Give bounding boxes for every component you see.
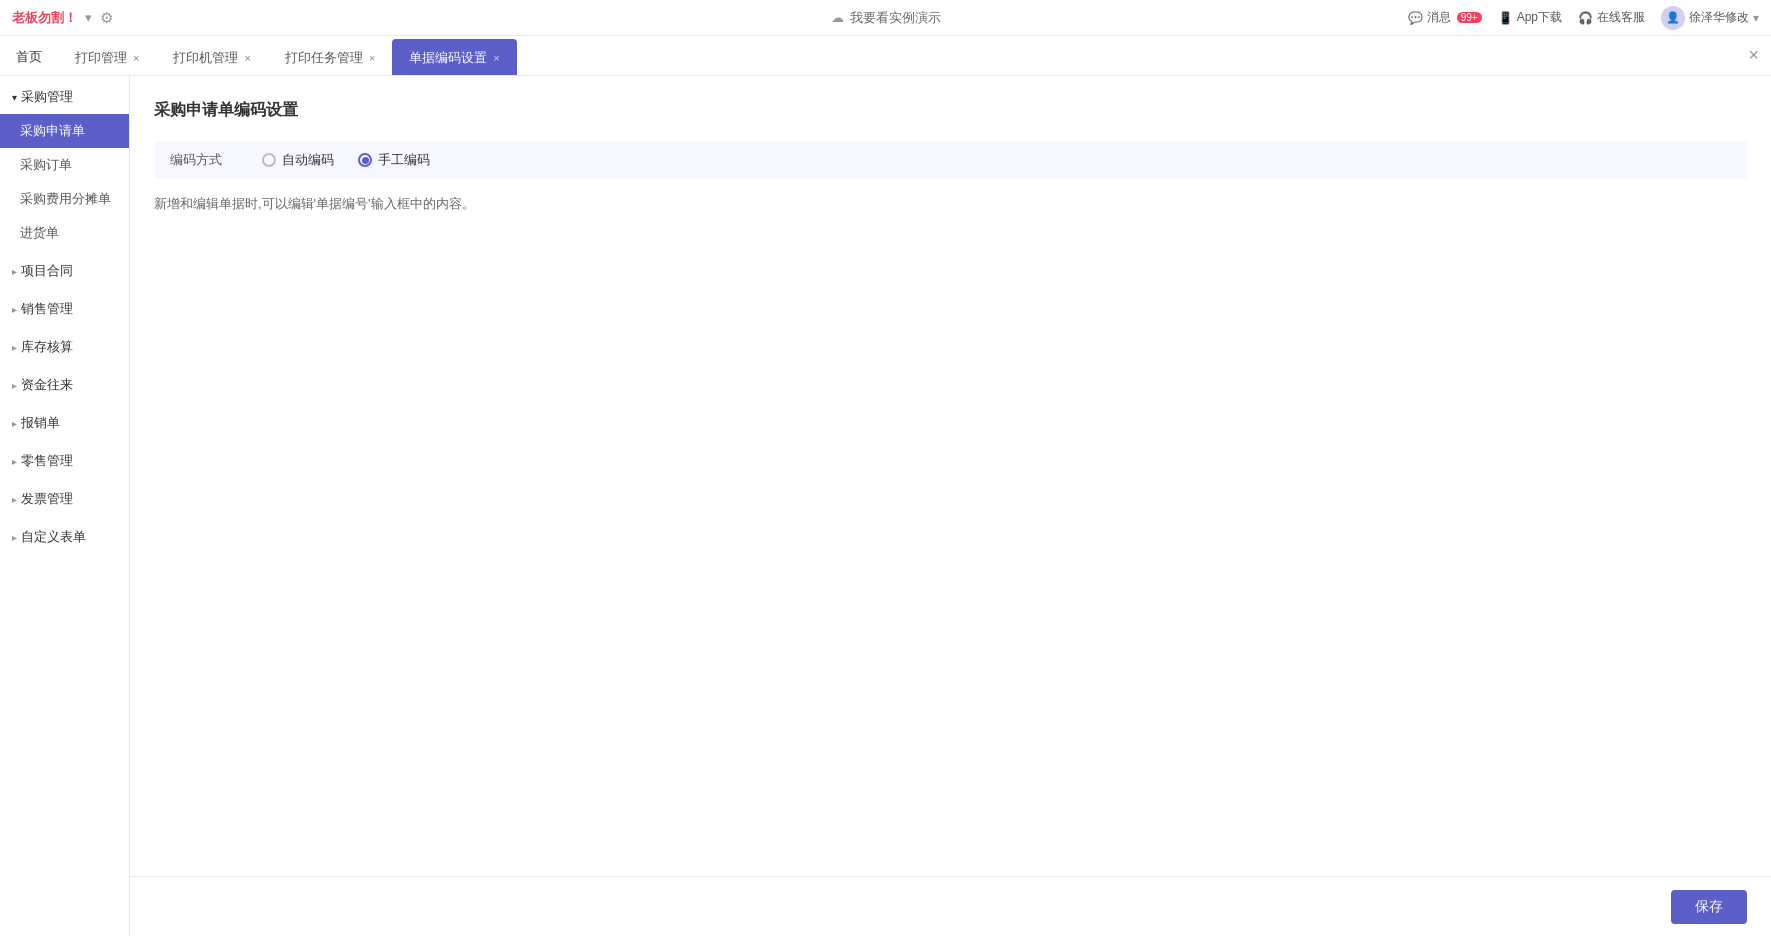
radio-auto-encoding[interactable]: 自动编码 [262, 151, 334, 169]
online-service-btn[interactable]: 🎧 在线客服 [1578, 9, 1645, 26]
sidebar-group-custom-forms-label: 自定义表单 [21, 528, 86, 546]
tab-barcode-settings[interactable]: 单据编码设置 × [392, 39, 516, 75]
tab-barcode-settings-label: 单据编码设置 [409, 49, 487, 67]
app-icon: 📱 [1498, 11, 1513, 25]
top-bar-center: ☁ 我要看实例演示 [831, 9, 941, 27]
online-service-label: 在线客服 [1597, 9, 1645, 26]
sidebar-item-purchase-expense[interactable]: 采购费用分摊单 [0, 182, 129, 216]
encoding-method-row: 编码方式 自动编码 手工编码 [154, 141, 1747, 179]
sidebar-item-purchase-order[interactable]: 采购订单 [0, 148, 129, 182]
sidebar-group-purchase: ▾ 采购管理 采购申请单 采购订单 采购费用分摊单 进货单 [0, 80, 129, 250]
tab-print-mgmt-label: 打印管理 [75, 49, 127, 67]
sidebar-group-project-contract-arrow: ▸ [12, 266, 17, 277]
tab-print-mgmt[interactable]: 打印管理 × [58, 39, 156, 75]
radio-manual-encoding[interactable]: 手工编码 [358, 151, 430, 169]
logo-text: 老板勿割！ [12, 9, 77, 27]
close-all-tabs-btn[interactable]: × [1748, 45, 1759, 66]
sidebar-item-purchase-expense-label: 采购费用分摊单 [20, 191, 111, 206]
radio-manual-circle [358, 153, 372, 167]
sidebar-group-project-contract-title[interactable]: ▸ 项目合同 [0, 254, 129, 288]
sidebar-group-returns-label: 报销单 [21, 414, 60, 432]
top-bar: 老板勿割！ ▾ ⚙ ☁ 我要看实例演示 💬 消息 99+ 📱 App下载 🎧 在… [0, 0, 1771, 36]
sidebar-group-invoice: ▸ 发票管理 [0, 482, 129, 516]
sidebar-item-purchase-order-label: 采购订单 [20, 157, 72, 172]
tab-print-task-mgmt-close[interactable]: × [369, 52, 375, 64]
sidebar-group-retail: ▸ 零售管理 [0, 444, 129, 478]
tab-printer-mgmt[interactable]: 打印机管理 × [156, 39, 267, 75]
sidebar-group-sales-arrow: ▸ [12, 304, 17, 315]
sidebar-group-returns-title[interactable]: ▸ 报销单 [0, 406, 129, 440]
radio-manual-label: 手工编码 [378, 151, 430, 169]
sidebar-group-inventory-label: 库存核算 [21, 338, 73, 356]
main-layout: ▾ 采购管理 采购申请单 采购订单 采购费用分摊单 进货单 ▸ 项目合同 [0, 76, 1771, 936]
sidebar-item-purchase-request-label: 采购申请单 [20, 123, 85, 138]
sidebar-group-purchase-arrow: ▾ [12, 92, 17, 103]
sidebar-group-returns-arrow: ▸ [12, 418, 17, 429]
sidebar-group-retail-label: 零售管理 [21, 452, 73, 470]
sidebar-group-inventory-title[interactable]: ▸ 库存核算 [0, 330, 129, 364]
content-area: 采购申请单编码设置 编码方式 自动编码 手工编码 新增和编辑单据时,可以编辑'单… [130, 76, 1771, 936]
message-badge: 99+ [1457, 12, 1482, 23]
sidebar-group-custom-forms-arrow: ▸ [12, 532, 17, 543]
sidebar-group-capital-arrow: ▸ [12, 380, 17, 391]
sidebar-group-returns: ▸ 报销单 [0, 406, 129, 440]
sidebar-group-inventory: ▸ 库存核算 [0, 330, 129, 364]
page-title: 采购申请单编码设置 [154, 100, 1747, 121]
app-download-label: App下载 [1517, 9, 1562, 26]
user-avatar: 👤 [1661, 6, 1685, 30]
radio-auto-label: 自动编码 [282, 151, 334, 169]
sidebar-group-capital-title[interactable]: ▸ 资金往来 [0, 368, 129, 402]
sidebar-group-inventory-arrow: ▸ [12, 342, 17, 353]
tab-print-task-mgmt[interactable]: 打印任务管理 × [268, 39, 392, 75]
sidebar-group-retail-arrow: ▸ [12, 456, 17, 467]
message-icon: 💬 [1408, 11, 1423, 25]
sidebar-group-invoice-arrow: ▸ [12, 494, 17, 505]
message-label: 消息 [1427, 9, 1451, 26]
dropdown-arrow-icon[interactable]: ▾ [85, 10, 92, 25]
tab-printer-mgmt-label: 打印机管理 [173, 49, 238, 67]
hint-text: 新增和编辑单据时,可以编辑'单据编号'输入框中的内容。 [154, 195, 1747, 213]
message-btn[interactable]: 💬 消息 99+ [1408, 9, 1482, 26]
sidebar-group-invoice-label: 发票管理 [21, 490, 73, 508]
sidebar-group-retail-title[interactable]: ▸ 零售管理 [0, 444, 129, 478]
content-inner: 采购申请单编码设置 编码方式 自动编码 手工编码 新增和编辑单据时,可以编辑'单… [130, 76, 1771, 936]
encoding-method-label: 编码方式 [170, 151, 222, 169]
tab-barcode-settings-close[interactable]: × [493, 52, 499, 64]
sidebar-group-custom-forms-title[interactable]: ▸ 自定义表单 [0, 520, 129, 554]
sidebar-item-purchase-request[interactable]: 采购申请单 [0, 114, 129, 148]
sidebar-item-stock-in-label: 进货单 [20, 225, 59, 240]
save-button[interactable]: 保存 [1671, 890, 1747, 924]
sidebar-group-purchase-label: 采购管理 [21, 88, 73, 106]
sidebar-group-sales-title[interactable]: ▸ 销售管理 [0, 292, 129, 326]
tab-bar: 首页 打印管理 × 打印机管理 × 打印任务管理 × 单据编码设置 × × [0, 36, 1771, 76]
tab-home-label: 首页 [16, 48, 42, 66]
cloud-icon: ☁ [831, 10, 844, 25]
radio-auto-circle [262, 153, 276, 167]
sidebar-group-capital: ▸ 资金往来 [0, 368, 129, 402]
user-name: 徐泽华修改 [1689, 9, 1749, 26]
sidebar-group-project-contract: ▸ 项目合同 [0, 254, 129, 288]
sidebar-group-project-contract-label: 项目合同 [21, 262, 73, 280]
tab-home[interactable]: 首页 [0, 39, 58, 75]
user-profile-btn[interactable]: 👤 徐泽华修改 ▾ [1661, 6, 1759, 30]
sidebar-group-sales: ▸ 销售管理 [0, 292, 129, 326]
demo-label[interactable]: 我要看实例演示 [850, 9, 941, 27]
tab-printer-mgmt-close[interactable]: × [244, 52, 250, 64]
gear-icon[interactable]: ⚙ [100, 9, 113, 27]
sidebar-group-capital-label: 资金往来 [21, 376, 73, 394]
sidebar-group-sales-label: 销售管理 [21, 300, 73, 318]
sidebar-group-invoice-title[interactable]: ▸ 发票管理 [0, 482, 129, 516]
sidebar-group-purchase-title[interactable]: ▾ 采购管理 [0, 80, 129, 114]
tab-print-task-mgmt-label: 打印任务管理 [285, 49, 363, 67]
sidebar: ▾ 采购管理 采购申请单 采购订单 采购费用分摊单 进货单 ▸ 项目合同 [0, 76, 130, 936]
top-bar-right: 💬 消息 99+ 📱 App下载 🎧 在线客服 👤 徐泽华修改 ▾ [1408, 6, 1759, 30]
tab-print-mgmt-close[interactable]: × [133, 52, 139, 64]
user-dropdown-icon: ▾ [1753, 11, 1759, 25]
app-download-btn[interactable]: 📱 App下载 [1498, 9, 1562, 26]
headset-icon: 🎧 [1578, 11, 1593, 25]
sidebar-group-custom-forms: ▸ 自定义表单 [0, 520, 129, 554]
top-bar-left: 老板勿割！ ▾ ⚙ [12, 9, 113, 27]
sidebar-item-stock-in[interactable]: 进货单 [0, 216, 129, 250]
footer-bar: 保存 [130, 876, 1771, 936]
